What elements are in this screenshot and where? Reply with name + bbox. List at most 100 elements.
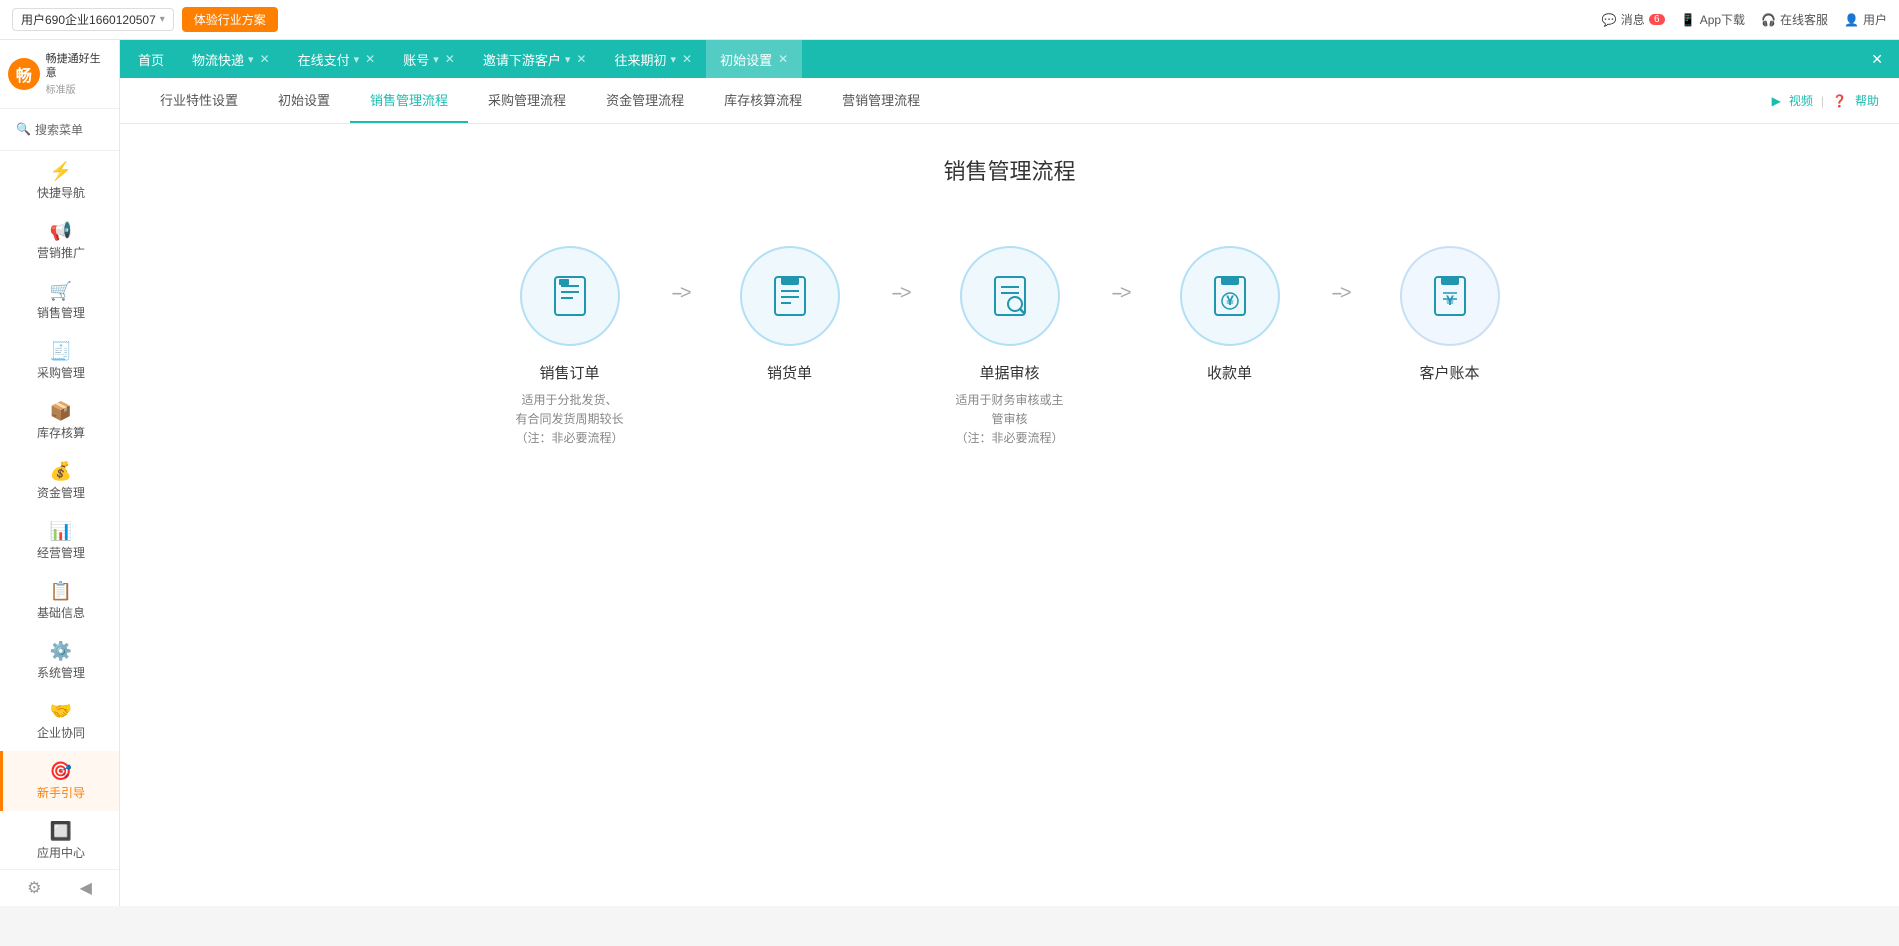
sidebar-item-purchase[interactable]: 🧾 采购管理 bbox=[0, 331, 119, 391]
help-label[interactable]: 帮助 bbox=[1855, 92, 1879, 109]
arrow-4-icon: - - > bbox=[1331, 282, 1347, 305]
app-download-item[interactable]: 📱 App下载 bbox=[1681, 11, 1745, 28]
nav-tab-logistics[interactable]: 物流快递 ▾ ✕ bbox=[178, 40, 284, 78]
messages-item[interactable]: 💬 消息 6 bbox=[1602, 11, 1665, 28]
sub-tab-init[interactable]: 初始设置 bbox=[258, 78, 350, 123]
video-label[interactable]: 视频 bbox=[1789, 92, 1813, 109]
bill-review-name: 单据审核 bbox=[979, 362, 1039, 383]
sidebar-item-label: 新手引导 bbox=[37, 784, 85, 801]
enterprise-icon: 🤝 bbox=[50, 701, 72, 722]
nav-tab-downstream-label: 邀请下游客户 bbox=[483, 50, 561, 69]
period-close-icon[interactable]: ✕ bbox=[682, 52, 692, 66]
settings-bottom-icon[interactable]: ⚙ bbox=[27, 878, 41, 898]
chevron-icon: ▾ bbox=[160, 14, 165, 25]
logo-area: 畅 畅捷通好生意 标准版 bbox=[0, 40, 119, 109]
nav-tab-period-label: 往来期初 bbox=[614, 50, 666, 69]
sidebar-item-app-center[interactable]: 🔲 应用中心 bbox=[0, 811, 119, 869]
nav-tab-init-label: 初始设置 bbox=[720, 50, 772, 69]
online-service-item[interactable]: 🎧 在线客服 bbox=[1761, 11, 1828, 28]
search-label: 搜索菜单 bbox=[35, 121, 83, 138]
nav-tab-home[interactable]: 首页 bbox=[124, 40, 178, 78]
receipt-name: 收款单 bbox=[1207, 362, 1252, 383]
downstream-close-icon[interactable]: ✕ bbox=[576, 52, 586, 66]
nav-tab-payment[interactable]: 在线支付 ▾ ✕ bbox=[284, 40, 390, 78]
sidebar-item-sales[interactable]: 🛒 销售管理 bbox=[0, 271, 119, 331]
svg-text:¥: ¥ bbox=[1226, 292, 1234, 308]
flow-step-bill-review[interactable]: 单据审核 适用于财务审核或主管审核（注：非必要流程） bbox=[920, 246, 1100, 449]
search-icon: 🔍 bbox=[16, 122, 31, 136]
sub-tab-industry-label: 行业特性设置 bbox=[160, 93, 238, 108]
sidebar-item-inventory[interactable]: 📦 库存核算 bbox=[0, 391, 119, 451]
nav-tab-downstream[interactable]: 邀请下游客户 ▾ ✕ bbox=[469, 40, 601, 78]
sidebar-item-marketing-promo[interactable]: 📢 营销推广 bbox=[0, 211, 119, 271]
logo-text-container: 畅捷通好生意 标准版 bbox=[46, 52, 111, 96]
sub-tab-fund-flow[interactable]: 资金管理流程 bbox=[586, 78, 704, 123]
payment-arrow-icon: ▾ bbox=[354, 53, 360, 66]
sidebar-item-quick[interactable]: ⚡ 快捷导航 bbox=[0, 151, 119, 211]
sub-tab-marketing-flow[interactable]: 营销管理流程 bbox=[822, 78, 940, 123]
sidebar-item-system[interactable]: ⚙️ 系统管理 bbox=[0, 631, 119, 691]
receipt-circle: ¥ bbox=[1180, 246, 1280, 346]
tabs-bar-close-icon[interactable]: ✕ bbox=[1859, 51, 1895, 68]
svg-text:¥: ¥ bbox=[1446, 292, 1454, 308]
user-selector[interactable]: 用户690企业1660120507 ▾ bbox=[12, 8, 174, 31]
flow-step-sales-bill[interactable]: 销货单 bbox=[700, 246, 880, 391]
init-close-icon[interactable]: ✕ bbox=[778, 52, 788, 66]
app-icon: 📱 bbox=[1681, 13, 1696, 27]
account-close-icon[interactable]: ✕ bbox=[445, 52, 455, 66]
flow-content: 销售管理流程 销售订单 bbox=[120, 124, 1899, 906]
sub-tabs: 行业特性设置 初始设置 销售管理流程 采购管理流程 资金管理流程 bbox=[120, 78, 1899, 124]
customer-account-icon: ¥ bbox=[1425, 271, 1475, 321]
payment-close-icon[interactable]: ✕ bbox=[365, 52, 375, 66]
sub-tab-inventory-flow[interactable]: 库存核算流程 bbox=[704, 78, 822, 123]
nav-tab-init-settings[interactable]: 初始设置 ✕ bbox=[706, 40, 802, 78]
system-icon: ⚙️ bbox=[50, 641, 72, 662]
sales-order-circle bbox=[520, 246, 620, 346]
user-avatar-item[interactable]: 👤 用户 bbox=[1844, 11, 1887, 28]
flow-step-receipt[interactable]: ¥ 收款单 bbox=[1140, 246, 1320, 391]
sidebar-item-label: 基础信息 bbox=[37, 604, 85, 621]
nav-tab-account[interactable]: 账号 ▾ ✕ bbox=[389, 40, 469, 78]
nav-tabs-bar: 首页 物流快递 ▾ ✕ 在线支付 ▾ ✕ 账号 ▾ ✕ 邀请下游客户 ▾ ✕ bbox=[120, 40, 1899, 78]
nav-tab-account-label: 账号 bbox=[403, 50, 429, 69]
sidebar-menu: ⚡ 快捷导航 📢 营销推广 🛒 销售管理 🧾 采购管理 📦 库存核算 💰 bbox=[0, 151, 119, 869]
sub-tab-industry[interactable]: 行业特性设置 bbox=[140, 78, 258, 123]
logo-icon: 畅 bbox=[8, 58, 40, 90]
sidebar-item-guide[interactable]: 🎯 新手引导 bbox=[0, 751, 119, 811]
top-header: 用户690企业1660120507 ▾ 体验行业方案 💬 消息 6 📱 App下… bbox=[0, 0, 1899, 40]
flow-step-sales-order[interactable]: 销售订单 适用于分批发货、有合同发货周期较长（注：非必要流程） bbox=[480, 246, 660, 449]
nav-tab-period[interactable]: 往来期初 ▾ ✕ bbox=[600, 40, 706, 78]
experience-button[interactable]: 体验行业方案 bbox=[182, 7, 278, 32]
sidebar-item-label: 企业协同 bbox=[37, 724, 85, 741]
search-inner[interactable]: 🔍 搜索菜单 bbox=[8, 117, 111, 142]
sub-tab-purchase-flow[interactable]: 采购管理流程 bbox=[468, 78, 586, 123]
flow-step-customer-account[interactable]: ¥ 客户账本 bbox=[1360, 246, 1540, 391]
user-label: 用户690企业1660120507 bbox=[21, 11, 156, 28]
video-icon: ▶ bbox=[1772, 94, 1781, 108]
logo-badge: 标准版 bbox=[46, 81, 111, 96]
header-right: 💬 消息 6 📱 App下载 🎧 在线客服 👤 用户 bbox=[1602, 11, 1887, 28]
sidebar: 畅 畅捷通好生意 标准版 🔍 搜索菜单 ⚡ 快捷导航 📢 营销推广 🛒 bbox=[0, 40, 120, 906]
sales-order-desc: 适用于分批发货、有合同发货周期较长（注：非必要流程） bbox=[515, 391, 623, 449]
sidebar-item-operations[interactable]: 📊 经营管理 bbox=[0, 511, 119, 571]
sidebar-item-label: 系统管理 bbox=[37, 664, 85, 681]
bill-review-desc: 适用于财务审核或主管审核（注：非必要流程） bbox=[955, 391, 1063, 449]
arrow-1-icon: - - > bbox=[671, 282, 687, 305]
sub-tab-init-label: 初始设置 bbox=[278, 93, 330, 108]
avatar: 👤 bbox=[1844, 13, 1859, 27]
sidebar-item-finance[interactable]: 💰 资金管理 bbox=[0, 451, 119, 511]
arrow-2-icon: - - > bbox=[891, 282, 907, 305]
sidebar-item-enterprise[interactable]: 🤝 企业协同 bbox=[0, 691, 119, 751]
sub-tab-sales-flow[interactable]: 销售管理流程 bbox=[350, 78, 468, 123]
sidebar-search[interactable]: 🔍 搜索菜单 bbox=[0, 109, 119, 151]
customer-account-circle: ¥ bbox=[1400, 246, 1500, 346]
sales-bill-icon bbox=[765, 271, 815, 321]
period-arrow-icon: ▾ bbox=[670, 53, 676, 66]
receipt-icon: ¥ bbox=[1205, 271, 1255, 321]
collapse-icon[interactable]: ◀ bbox=[80, 878, 92, 898]
message-badge: 6 bbox=[1649, 14, 1665, 25]
logistics-close-icon[interactable]: ✕ bbox=[260, 52, 270, 66]
nav-tab-logistics-label: 物流快递 bbox=[192, 50, 244, 69]
sidebar-item-basic-info[interactable]: 📋 基础信息 bbox=[0, 571, 119, 631]
service-icon: 🎧 bbox=[1761, 13, 1776, 27]
